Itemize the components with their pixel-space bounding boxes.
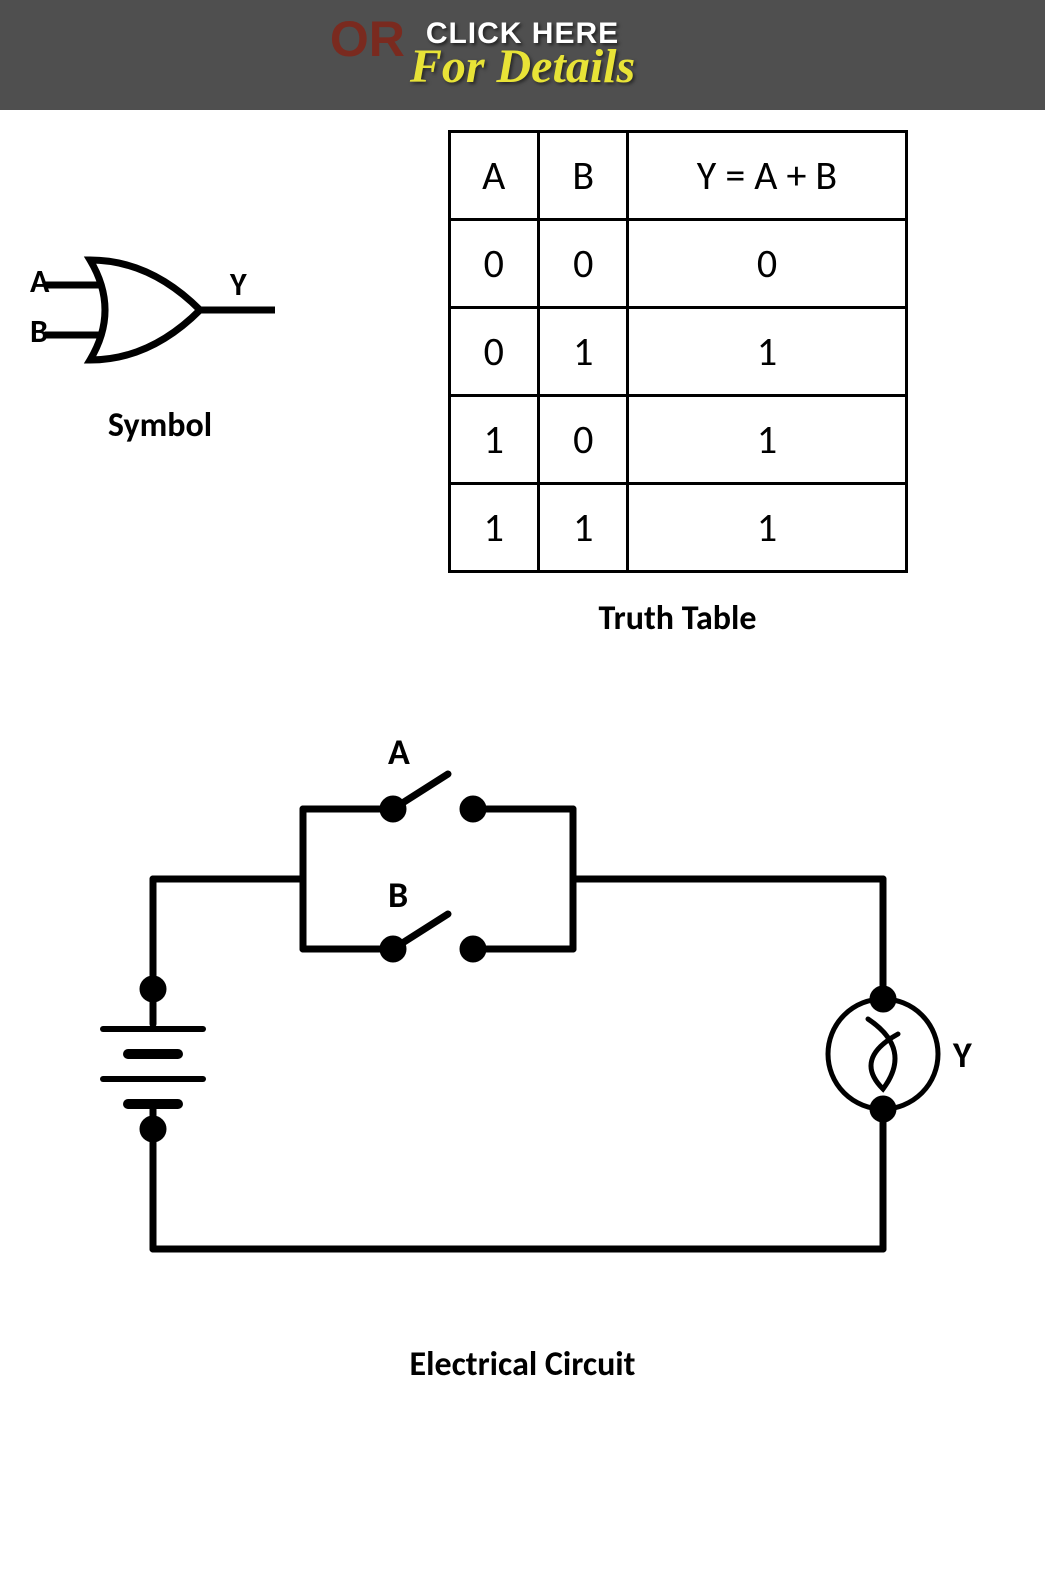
circuit-caption: Electrical Circuit <box>20 1344 1025 1385</box>
top-row: A B Y Symbol A B Y = A + B 0 0 0 0 <box>20 120 1025 639</box>
cell: 1 <box>628 396 906 484</box>
output-y-label: Y <box>229 265 247 304</box>
cell: 0 <box>539 396 628 484</box>
header-b: B <box>539 132 628 220</box>
truth-table-block: A B Y = A + B 0 0 0 0 1 1 1 0 1 <box>330 120 1025 639</box>
switch-b-label: B <box>388 873 408 917</box>
symbol-block: A B Y Symbol <box>20 120 300 446</box>
cell: 1 <box>628 308 906 396</box>
circuit-block: A B Y Electrical Circuit <box>20 689 1025 1385</box>
diagram-content: A B Y Symbol A B Y = A + B 0 0 0 0 <box>0 110 1045 1425</box>
table-row: A B Y = A + B <box>449 132 906 220</box>
header-a: A <box>449 132 539 220</box>
cell: 0 <box>449 220 539 308</box>
table-row: 1 0 1 <box>449 396 906 484</box>
lamp-y-label: Y <box>952 1033 972 1077</box>
cell: 0 <box>539 220 628 308</box>
input-b-label: B <box>30 312 48 351</box>
symbol-caption: Symbol <box>20 405 300 446</box>
cell: 0 <box>628 220 906 308</box>
or-heading: OR <box>330 14 405 64</box>
table-row: 0 0 0 <box>449 220 906 308</box>
for-details-text: For Details <box>410 43 635 91</box>
truth-table-caption: Truth Table <box>330 598 1025 639</box>
header-y: Y = A + B <box>628 132 906 220</box>
cell: 1 <box>539 308 628 396</box>
switch-a-label: A <box>388 730 410 774</box>
banner-text: OR CLICK HERE For Details <box>410 19 635 91</box>
cell: 0 <box>449 308 539 396</box>
or-gate-icon: A B Y <box>30 240 290 380</box>
cell: 1 <box>628 484 906 572</box>
cell: 1 <box>449 484 539 572</box>
truth-table: A B Y = A + B 0 0 0 0 1 1 1 0 1 <box>448 130 908 573</box>
cell: 1 <box>539 484 628 572</box>
table-row: 0 1 1 <box>449 308 906 396</box>
input-a-label: A <box>30 262 50 301</box>
cell: 1 <box>449 396 539 484</box>
ad-banner[interactable]: OR CLICK HERE For Details <box>0 0 1045 110</box>
table-row: 1 1 1 <box>449 484 906 572</box>
electrical-circuit-icon: A B Y <box>43 689 1003 1329</box>
